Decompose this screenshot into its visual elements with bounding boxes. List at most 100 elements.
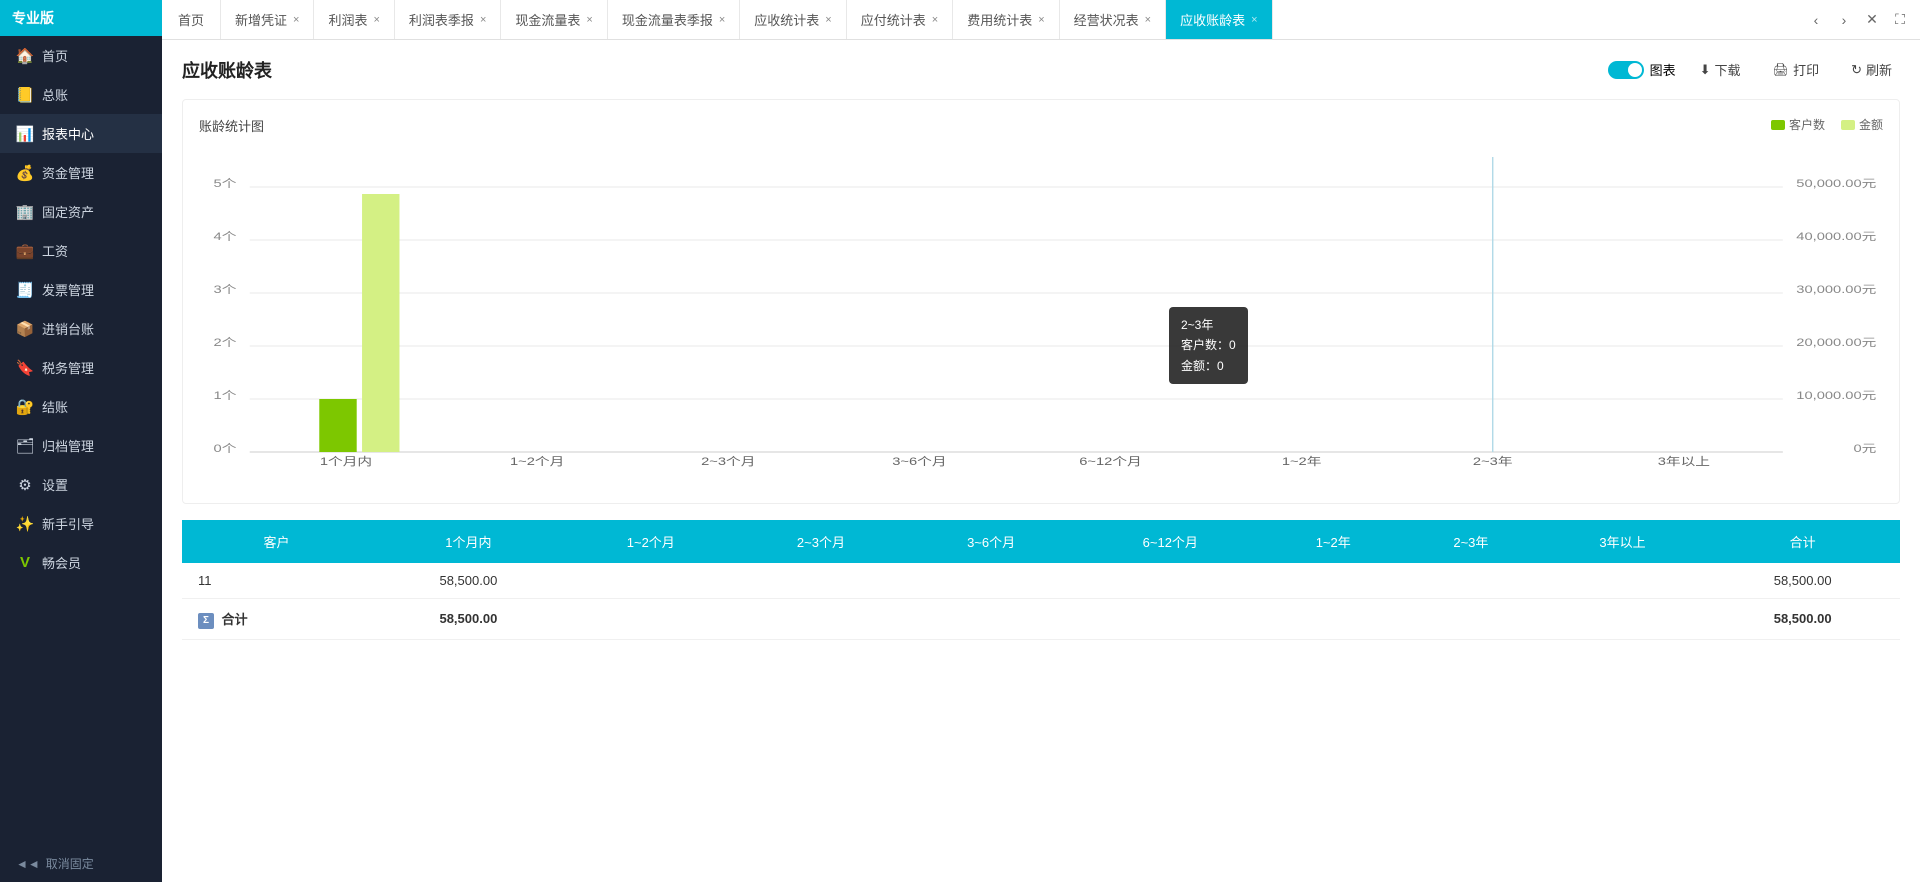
- download-button[interactable]: ⬇ 下载: [1692, 56, 1749, 83]
- tab-cashflow-close[interactable]: ×: [586, 14, 592, 26]
- close-icon: 🔐: [16, 398, 34, 416]
- toggle-thumb: [1628, 63, 1642, 77]
- bar-amount-0: [362, 194, 399, 452]
- funds-icon: 💰: [16, 164, 34, 182]
- sidebar-item-member[interactable]: V 畅会员: [0, 543, 162, 582]
- tab-profit-quarter-label: 利润表季报: [409, 10, 474, 29]
- svg-text:6~12个月: 6~12个月: [1079, 455, 1141, 467]
- print-button[interactable]: 🖨 打印: [1765, 56, 1828, 83]
- sidebar-item-ledger[interactable]: 📒 总账: [0, 75, 162, 114]
- toggle-track[interactable]: [1608, 61, 1644, 79]
- page-title: 应收账龄表: [182, 57, 272, 83]
- sidebar-item-reports[interactable]: 📊 报表中心: [0, 114, 162, 153]
- tab-ar-stat[interactable]: 应收统计表 ×: [740, 0, 846, 39]
- sidebar-item-guide[interactable]: ✨ 新手引导: [0, 504, 162, 543]
- table-total-row: Σ 合计 58,500.00 58,500.00: [182, 599, 1900, 640]
- tab-voucher-close[interactable]: ×: [293, 14, 299, 26]
- cell-m2-0: [566, 563, 736, 599]
- sidebar-label-guide: 新手引导: [42, 514, 94, 533]
- sidebar: 专业版 🏠 首页 📒 总账 📊 报表中心 💰 资金管理 🏢 固定资产 💼 工资 …: [0, 0, 162, 882]
- tab-home-label: 首页: [178, 10, 204, 29]
- chart-legend: 客户数 金额: [1771, 116, 1883, 133]
- reports-icon: 📊: [16, 125, 34, 143]
- download-label: 下载: [1715, 60, 1741, 79]
- tab-cashflow-quarter-close[interactable]: ×: [719, 14, 725, 26]
- tab-voucher[interactable]: 新增凭证 ×: [221, 0, 314, 39]
- tab-next-button[interactable]: ›: [1832, 8, 1856, 32]
- tab-ap-stat-label: 应付统计表: [861, 10, 926, 29]
- sidebar-label-invoice: 发票管理: [42, 280, 94, 299]
- tax-icon: 🔖: [16, 359, 34, 377]
- svg-text:2个: 2个: [214, 336, 237, 349]
- inventory-icon: 📦: [16, 320, 34, 338]
- sidebar-label-close: 结账: [42, 397, 68, 416]
- cell-total-y2: [1264, 599, 1402, 640]
- tab-expense-stat-close[interactable]: ×: [1038, 14, 1044, 26]
- svg-text:50,000.00元: 50,000.00元: [1796, 177, 1876, 190]
- legend-customers: 客户数: [1771, 116, 1825, 133]
- tab-ar-stat-close[interactable]: ×: [825, 14, 831, 26]
- toggle-label: 图表: [1650, 60, 1676, 79]
- col-y3plus: 3年以上: [1540, 520, 1706, 563]
- tab-close-all-button[interactable]: ✕: [1860, 8, 1884, 32]
- page-content: 应收账龄表 图表 ⬇ 下载 🖨 打印: [162, 40, 1920, 882]
- tab-voucher-label: 新增凭证: [235, 10, 287, 29]
- col-m12: 6~12个月: [1076, 520, 1264, 563]
- tab-ar-aging[interactable]: 应收账龄表 ×: [1166, 0, 1272, 39]
- main-content: 首页 新增凭证 × 利润表 × 利润表季报 × 现金流量表 × 现金流量表季报 …: [162, 0, 1920, 882]
- tab-expense-stat-label: 费用统计表: [967, 10, 1032, 29]
- tab-ap-stat-close[interactable]: ×: [932, 14, 938, 26]
- tab-ar-aging-close[interactable]: ×: [1251, 14, 1257, 26]
- tab-biz-stat-label: 经营状况表: [1074, 10, 1139, 29]
- sidebar-label-tax: 税务管理: [42, 358, 94, 377]
- svg-text:0个: 0个: [214, 442, 237, 455]
- svg-text:40,000.00元: 40,000.00元: [1796, 230, 1876, 243]
- col-total: 合计: [1705, 520, 1900, 563]
- chart-area: 账龄统计图 客户数 金额 0个 1个: [182, 99, 1900, 504]
- tab-profit-quarter[interactable]: 利润表季报 ×: [395, 0, 501, 39]
- legend-customers-label: 客户数: [1789, 116, 1825, 133]
- sidebar-label-reports: 报表中心: [42, 124, 94, 143]
- tab-ap-stat[interactable]: 应付统计表 ×: [847, 0, 953, 39]
- total-label-text: 合计: [222, 612, 248, 627]
- sidebar-pin-toggle[interactable]: ◄◄ 取消固定: [0, 845, 162, 882]
- invoice-icon: 🧾: [16, 281, 34, 299]
- tab-cashflow[interactable]: 现金流量表 ×: [501, 0, 607, 39]
- svg-text:10,000.00元: 10,000.00元: [1796, 389, 1876, 402]
- sidebar-item-archive[interactable]: 🗂 归档管理: [0, 426, 162, 465]
- print-icon: 🖨: [1773, 62, 1790, 78]
- download-icon: ⬇: [1700, 62, 1711, 78]
- sidebar-item-funds[interactable]: 💰 资金管理: [0, 153, 162, 192]
- cell-y2-0: [1264, 563, 1402, 599]
- sidebar-item-close[interactable]: 🔐 结账: [0, 387, 162, 426]
- sidebar-item-salary[interactable]: 💼 工资: [0, 231, 162, 270]
- sidebar-item-assets[interactable]: 🏢 固定资产: [0, 192, 162, 231]
- ledger-icon: 📒: [16, 86, 34, 104]
- sidebar-item-tax[interactable]: 🔖 税务管理: [0, 348, 162, 387]
- tab-expense-stat[interactable]: 费用统计表 ×: [953, 0, 1059, 39]
- sidebar-item-inventory[interactable]: 📦 进销台账: [0, 309, 162, 348]
- svg-text:20,000.00元: 20,000.00元: [1796, 336, 1876, 349]
- tab-profit[interactable]: 利润表 ×: [314, 0, 394, 39]
- page-header: 应收账龄表 图表 ⬇ 下载 🖨 打印: [182, 56, 1900, 83]
- tab-profit-quarter-close[interactable]: ×: [480, 14, 486, 26]
- tab-cashflow-quarter[interactable]: 现金流量表季报 ×: [608, 0, 740, 39]
- sidebar-item-settings[interactable]: ⚙ 设置: [0, 465, 162, 504]
- chart-toggle[interactable]: 图表: [1608, 60, 1676, 79]
- tab-profit-close[interactable]: ×: [373, 14, 379, 26]
- cell-y3-0: [1402, 563, 1540, 599]
- tab-biz-stat[interactable]: 经营状况表 ×: [1060, 0, 1166, 39]
- svg-text:2~3年: 2~3年: [1473, 455, 1513, 467]
- cell-total-m6: [906, 599, 1076, 640]
- tab-prev-button[interactable]: ‹: [1804, 8, 1828, 32]
- col-y3: 2~3年: [1402, 520, 1540, 563]
- tab-expand-button[interactable]: ⛶: [1888, 8, 1912, 32]
- tab-biz-stat-close[interactable]: ×: [1145, 14, 1151, 26]
- sidebar-item-invoice[interactable]: 🧾 发票管理: [0, 270, 162, 309]
- legend-amount-label: 金额: [1859, 116, 1883, 133]
- tab-home[interactable]: 首页: [162, 0, 221, 39]
- refresh-button[interactable]: ↻ 刷新: [1843, 56, 1900, 83]
- tab-controls: ‹ › ✕ ⛶: [1796, 8, 1920, 32]
- sidebar-item-home[interactable]: 🏠 首页: [0, 36, 162, 75]
- refresh-label: 刷新: [1866, 60, 1892, 79]
